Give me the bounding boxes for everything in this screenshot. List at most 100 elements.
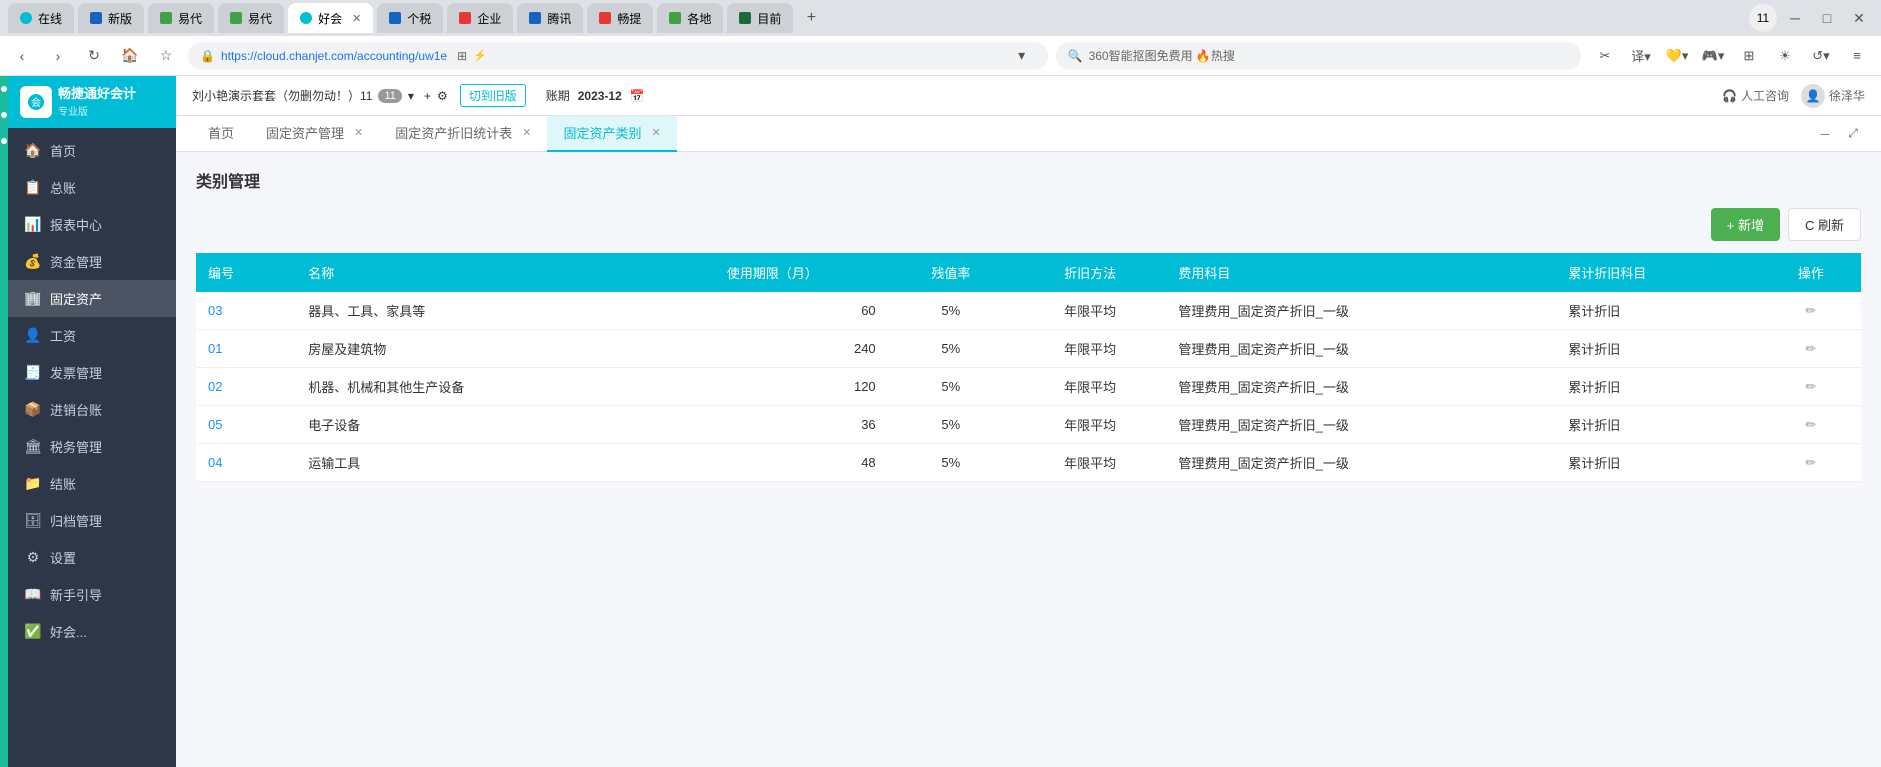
browser-tab-5[interactable]: 个税 — [377, 3, 443, 33]
cell-period-0: 60 — [657, 292, 888, 330]
ledger-icon: 📋 — [24, 179, 42, 197]
address-expand-icon: ⊞ — [457, 49, 467, 63]
settings-cog-icon[interactable]: ⚙ — [437, 89, 448, 103]
cell-action-4: ✏ — [1761, 444, 1861, 482]
row-id-link-1[interactable]: 01 — [208, 341, 222, 356]
calendar-icon[interactable]: 📅 — [630, 89, 645, 103]
edit-button-3[interactable]: ✏ — [1805, 417, 1816, 432]
col-header-accumulated: 累计折旧科目 — [1556, 253, 1761, 292]
avatar-icon: 👤 — [1801, 84, 1825, 108]
browser-tab-9[interactable]: 各地 — [657, 3, 723, 33]
sidebar-item-settings[interactable]: ⚙ 设置 — [8, 539, 176, 576]
sidebar-item-extra[interactable]: ✅ 好会... — [8, 613, 176, 650]
edit-button-1[interactable]: ✏ — [1805, 341, 1816, 356]
edit-button-0[interactable]: ✏ — [1805, 303, 1816, 318]
browser-tab-0[interactable]: 在线 — [8, 3, 74, 33]
col-header-residual: 残值率 — [888, 253, 1014, 292]
browser-tab-8[interactable]: 畅提 — [587, 3, 653, 33]
row-id-link-3[interactable]: 05 — [208, 417, 222, 432]
forward-button[interactable]: › — [44, 42, 72, 70]
sidebar-item-purchase[interactable]: 📦 进销台账 — [8, 391, 176, 428]
cell-id-1: 01 — [196, 330, 296, 368]
browser-tab-4[interactable]: 好会 ✕ — [288, 3, 373, 33]
refresh-button[interactable]: C 刷新 — [1788, 208, 1861, 241]
maximize-button[interactable]: □ — [1813, 4, 1841, 32]
tab-minimize-button[interactable]: ─ — [1813, 122, 1837, 146]
close-window-button[interactable]: ✕ — [1845, 4, 1873, 32]
cell-name-4: 运输工具 — [296, 444, 657, 482]
sidebar-item-guide[interactable]: 📖 新手引导 — [8, 576, 176, 613]
cell-expense-3: 管理费用_固定资产折旧_一级 — [1166, 406, 1556, 444]
sidebar-item-finance[interactable]: 💰 资金管理 — [8, 243, 176, 280]
tab-fixed-asset-management[interactable]: 固定资产管理 ✕ — [250, 116, 379, 152]
sidebar-item-close-period[interactable]: 📁 结账 — [8, 465, 176, 502]
toolbar: + 新增 C 刷新 — [196, 208, 1861, 241]
sidebar-item-invoice[interactable]: 🧾 发票管理 — [8, 354, 176, 391]
browser-tab-6[interactable]: 企业 — [447, 3, 513, 33]
sidebar-item-tax[interactable]: 🏛 税务管理 — [8, 428, 176, 465]
browser-tab-3[interactable]: 易代 — [218, 3, 284, 33]
browser-tab-1[interactable]: 新版 — [78, 3, 144, 33]
new-record-button[interactable]: + 新增 — [1711, 208, 1780, 241]
tab-close-asset-category[interactable]: ✕ — [652, 126, 661, 139]
tab-count-badge: 11 — [1749, 4, 1777, 32]
cell-expense-4: 管理费用_固定资产折旧_一级 — [1166, 444, 1556, 482]
cell-period-2: 120 — [657, 368, 888, 406]
new-tab-button[interactable]: + — [797, 4, 825, 32]
tab-asset-category[interactable]: 固定资产类别 ✕ — [547, 116, 676, 152]
table-header-row: 编号 名称 使用期限（月） 残值率 折旧方法 费用科目 累计折旧科目 操作 — [196, 253, 1861, 292]
tab-depreciation-report[interactable]: 固定资产折旧统计表 ✕ — [379, 116, 547, 152]
address-dropdown-button[interactable]: ▾ — [1008, 42, 1036, 70]
col-header-method: 折旧方法 — [1014, 253, 1166, 292]
col-header-period: 使用期限（月） — [657, 253, 888, 292]
add-user-icon[interactable]: + — [424, 89, 431, 103]
search-bar[interactable]: 🔍 360智能抠图免费用 🔥热搜 — [1056, 42, 1581, 70]
sidebar-item-salary[interactable]: 👤 工资 — [8, 317, 176, 354]
address-bar[interactable]: 🔒 https://cloud.chanjet.com/accounting/u… — [188, 42, 1048, 70]
sidebar-item-ledger[interactable]: 📋 总账 — [8, 169, 176, 206]
app-container: 会 畅捷通好会计 专业版 🏠 首页 📋 总账 📊 报表中心 💰 资金管理 — [0, 76, 1881, 767]
sidebar-item-home[interactable]: 🏠 首页 — [8, 132, 176, 169]
browser-tab-close-4[interactable]: ✕ — [352, 12, 361, 25]
cell-period-4: 48 — [657, 444, 888, 482]
translate-icon[interactable]: 译▾ — [1625, 40, 1657, 72]
edit-button-2[interactable]: ✏ — [1805, 379, 1816, 394]
switch-version-button[interactable]: 切到旧版 — [460, 84, 526, 107]
tab-home[interactable]: 首页 — [192, 116, 250, 152]
user-avatar-button[interactable]: 👤 徐泽华 — [1801, 84, 1865, 108]
home-button[interactable]: 🏠 — [116, 42, 144, 70]
row-id-link-4[interactable]: 04 — [208, 455, 222, 470]
cell-residual-2: 5% — [888, 368, 1014, 406]
user-dropdown-icon[interactable]: ▾ — [408, 89, 414, 103]
tab-close-fixed-asset-management[interactable]: ✕ — [354, 126, 363, 139]
minimize-button[interactable]: ─ — [1781, 4, 1809, 32]
grid-icon[interactable]: ⊞ — [1733, 40, 1765, 72]
undo-icon[interactable]: ↺▾ — [1805, 40, 1837, 72]
back-button[interactable]: ‹ — [8, 42, 36, 70]
reload-button[interactable]: ↻ — [80, 42, 108, 70]
invoice-icon: 🧾 — [24, 364, 42, 382]
browser-tab-7[interactable]: 腾讯 — [517, 3, 583, 33]
sidebar-item-archive[interactable]: 🗄 归档管理 — [8, 502, 176, 539]
sidebar-item-reports[interactable]: 📊 报表中心 — [8, 206, 176, 243]
brightness-icon[interactable]: ☀ — [1769, 40, 1801, 72]
sidebar-item-fixed-assets[interactable]: 🏢 固定资产 — [8, 280, 176, 317]
browser-tab-2[interactable]: 易代 — [148, 3, 214, 33]
game-icon[interactable]: 🎮▾ — [1697, 40, 1729, 72]
logo-icon: 会 — [20, 86, 52, 118]
cut-icon[interactable]: ✂ — [1589, 40, 1621, 72]
bookmark-button[interactable]: ☆ — [152, 42, 180, 70]
tab-close-depreciation-report[interactable]: ✕ — [522, 126, 531, 139]
wallet-icon[interactable]: 💛▾ — [1661, 40, 1693, 72]
content-area: 刘小艳演示套套（勿删勿动！）11 11 ▾ + ⚙ 切到旧版 账期 2023-1… — [176, 76, 1881, 767]
service-button[interactable]: 🎧 人工咨询 — [1722, 87, 1789, 104]
cell-accumulated-2: 累计折旧 — [1556, 368, 1761, 406]
menu-icon[interactable]: ≡ — [1841, 40, 1873, 72]
cell-residual-0: 5% — [888, 292, 1014, 330]
table-row: 04 运输工具 48 5% 年限平均 管理费用_固定资产折旧_一级 累计折旧 ✏ — [196, 444, 1861, 482]
tab-expand-button[interactable]: ⤢ — [1841, 122, 1865, 146]
row-id-link-2[interactable]: 02 — [208, 379, 222, 394]
edit-button-4[interactable]: ✏ — [1805, 455, 1816, 470]
browser-tab-10[interactable]: 目前 — [727, 3, 793, 33]
row-id-link-0[interactable]: 03 — [208, 303, 222, 318]
